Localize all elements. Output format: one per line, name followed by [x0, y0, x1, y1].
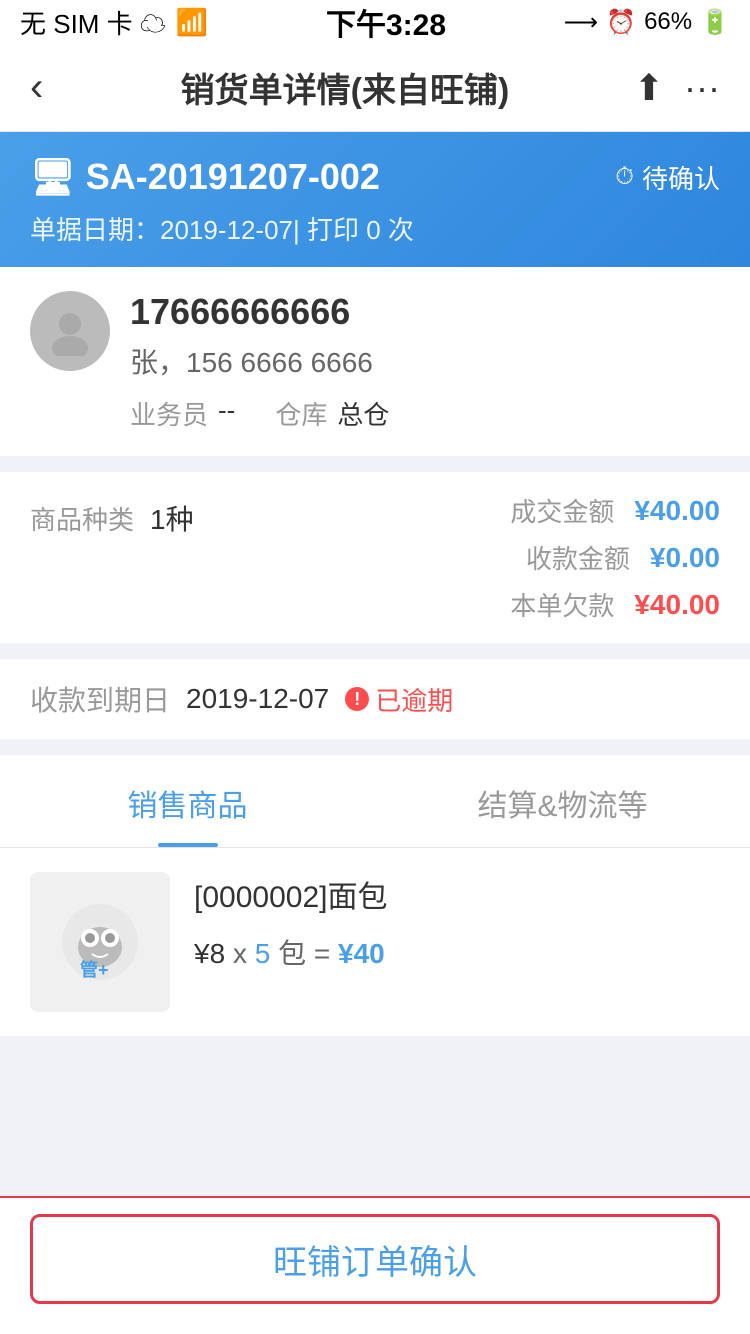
overdue-badge: ! 已逾期 [345, 681, 453, 718]
received-row: 收款金额 ¥0.00 [526, 539, 720, 576]
product-info: [0000002]面包 ¥8 x 5 包 = ¥40 [194, 872, 720, 972]
status-bar: 无 SIM 卡 ☁ 📶 下午3:28 ⟶ ⏰ 66% 🔋 [0, 0, 750, 44]
customer-meta: 业务员 -- 仓库 总仓 [130, 395, 720, 432]
tab-sales[interactable]: 销售商品 [0, 755, 375, 847]
alarm-icon: ⏰ [606, 8, 636, 37]
status-label: 待确认 [642, 159, 720, 196]
warehouse-item: 仓库 总仓 [275, 395, 389, 432]
price-qty: 5 [255, 938, 271, 969]
price-separator2: = [314, 938, 338, 969]
tabs-section: 销售商品 结算&物流等 管+ [0000002]面包 ¥8 x [0, 755, 750, 1036]
price-total: ¥40 [338, 938, 385, 969]
nav-bar: ‹ 销货单详情(来自旺铺) ⬆ ··· [0, 44, 750, 132]
battery-label: 66% [644, 8, 692, 36]
product-type-label: 商品种类 [30, 500, 134, 537]
confirm-button[interactable]: 旺铺订单确认 [30, 1214, 720, 1304]
customer-name: 张，156 6666 6666 [130, 341, 720, 381]
back-button[interactable]: ‹ [30, 65, 90, 110]
product-name: [0000002]面包 [194, 872, 720, 916]
product-price-line: ¥8 x 5 包 = ¥40 [194, 932, 720, 972]
customer-phone: 17666666666 [130, 291, 720, 333]
received-label: 收款金额 [526, 539, 630, 576]
received-value: ¥0.00 [650, 542, 720, 574]
order-status: ⏱ 待确认 [615, 159, 720, 196]
wifi-icon: 📶 [176, 7, 208, 38]
amount-label: 成交金额 [510, 492, 614, 529]
price-separator1: x [233, 938, 255, 969]
share-icon[interactable]: ⬆ [634, 67, 664, 109]
clock-icon: ⏱ [615, 163, 634, 191]
price-unit-name: 包 [278, 938, 306, 969]
due-label: 收款到期日 [30, 679, 170, 719]
balance-row: 本单欠款 ¥40.00 [510, 586, 720, 623]
summary-section: 商品种类 1种 成交金额 ¥40.00 收款金额 ¥0.00 本单欠款 ¥40.… [0, 472, 750, 643]
overdue-icon: ! [345, 687, 369, 711]
page-title: 销货单详情(来自旺铺) [90, 63, 600, 112]
product-item: 管+ [0000002]面包 ¥8 x 5 包 = ¥40 [0, 848, 750, 1036]
salesperson-label: 业务员 [130, 395, 208, 432]
product-thumbnail: 管+ [30, 872, 170, 1012]
order-icon: 🖥 [30, 156, 86, 197]
battery-icon: 🔋 [700, 8, 730, 37]
warehouse-value: 总仓 [337, 395, 389, 432]
location-icon: ⟶ [564, 8, 598, 37]
svg-text:管+: 管+ [80, 959, 109, 980]
status-left: 无 SIM 卡 ☁ 📶 [20, 4, 208, 41]
tabs-header: 销售商品 结算&物流等 [0, 755, 750, 848]
bottom-bar: 旺铺订单确认 [0, 1196, 750, 1334]
balance-label: 本单欠款 [510, 586, 614, 623]
customer-avatar [30, 291, 110, 371]
order-header-banner: 🖥 SA-20191207-002 ⏱ 待确认 单据日期：2019-12-07|… [0, 132, 750, 267]
more-icon[interactable]: ··· [684, 67, 720, 109]
warehouse-label: 仓库 [275, 395, 327, 432]
salesperson-item: 业务员 -- [130, 395, 235, 432]
salesperson-value: -- [218, 395, 235, 432]
summary-left: 商品种类 1种 [30, 492, 194, 538]
amount-value: ¥40.00 [634, 495, 720, 527]
order-date: 单据日期：2019-12-07| 打印 0 次 [30, 210, 720, 247]
customer-info: 17666666666 张，156 6666 6666 业务员 -- 仓库 总仓 [130, 291, 720, 432]
sim-label: 无 SIM 卡 ☁ [20, 4, 166, 41]
overdue-text: 已逾期 [375, 681, 453, 718]
customer-section: 17666666666 张，156 6666 6666 业务员 -- 仓库 总仓 [0, 267, 750, 456]
price-unit: ¥8 [194, 938, 225, 969]
status-right: ⟶ ⏰ 66% 🔋 [564, 8, 730, 37]
due-section: 收款到期日 2019-12-07 ! 已逾期 [0, 659, 750, 739]
amount-row: 成交金额 ¥40.00 [510, 492, 720, 529]
order-id: 🖥 SA-20191207-002 [30, 156, 380, 198]
summary-right: 成交金额 ¥40.00 收款金额 ¥0.00 本单欠款 ¥40.00 [510, 492, 720, 623]
tab-settlement[interactable]: 结算&物流等 [375, 755, 750, 847]
nav-actions: ⬆ ··· [600, 67, 720, 109]
product-type-value: 1种 [150, 498, 194, 538]
status-time: 下午3:28 [326, 0, 446, 44]
balance-value: ¥40.00 [634, 589, 720, 621]
due-date-value: 2019-12-07 [186, 683, 329, 715]
